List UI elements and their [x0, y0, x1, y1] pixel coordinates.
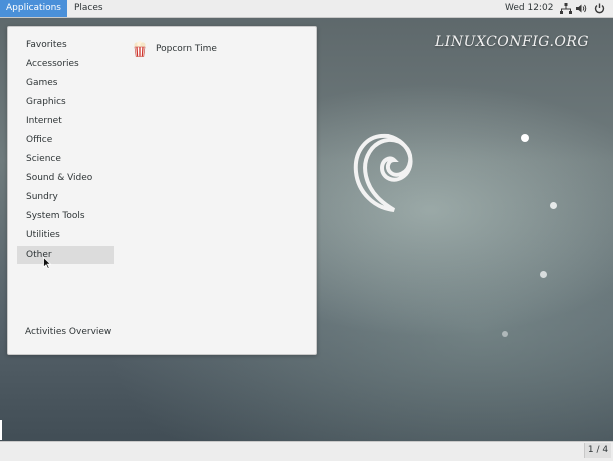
bottom-panel — [0, 441, 613, 461]
volume-icon[interactable] — [576, 3, 587, 14]
category-utilities[interactable]: Utilities — [25, 226, 106, 244]
mouse-cursor-icon — [43, 257, 51, 269]
clock[interactable]: Wed 12:02 — [505, 0, 553, 17]
app-label: Popcorn Time — [156, 44, 217, 54]
category-favorites[interactable]: Favorites — [25, 36, 106, 54]
category-sundry[interactable]: Sundry — [25, 188, 106, 206]
decorative-dot — [550, 202, 557, 209]
decorative-dot — [540, 271, 547, 278]
category-office[interactable]: Office — [25, 131, 106, 149]
watermark-text: LINUXCONFIG.ORG — [435, 34, 590, 50]
category-games[interactable]: Games — [25, 74, 106, 92]
debian-swirl-logo — [353, 133, 413, 212]
category-science[interactable]: Science — [25, 150, 106, 168]
network-icon[interactable] — [560, 3, 572, 14]
category-graphics[interactable]: Graphics — [25, 93, 106, 111]
decorative-dot — [502, 331, 508, 337]
category-accessories[interactable]: Accessories — [25, 55, 106, 73]
applications-menu: Favorites Accessories Games Graphics Int… — [7, 26, 317, 355]
app-popcorn-time[interactable]: Popcorn Time — [132, 40, 217, 58]
category-internet[interactable]: Internet — [25, 112, 106, 130]
category-sound-video[interactable]: Sound & Video — [25, 169, 106, 187]
panel-edge — [0, 420, 2, 440]
category-other[interactable]: Other — [17, 246, 114, 264]
power-icon[interactable] — [594, 3, 605, 14]
popcorn-icon — [134, 41, 146, 57]
decorative-dot — [521, 134, 529, 142]
activities-overview-button[interactable]: Activities Overview — [25, 327, 111, 337]
applications-menu-button[interactable]: Applications — [0, 0, 67, 17]
top-panel: Applications Places Wed 12:02 — [0, 0, 613, 18]
places-menu-button[interactable]: Places — [67, 0, 110, 17]
category-system-tools[interactable]: System Tools — [25, 207, 106, 225]
workspace-indicator[interactable]: 1 / 4 — [584, 443, 611, 458]
